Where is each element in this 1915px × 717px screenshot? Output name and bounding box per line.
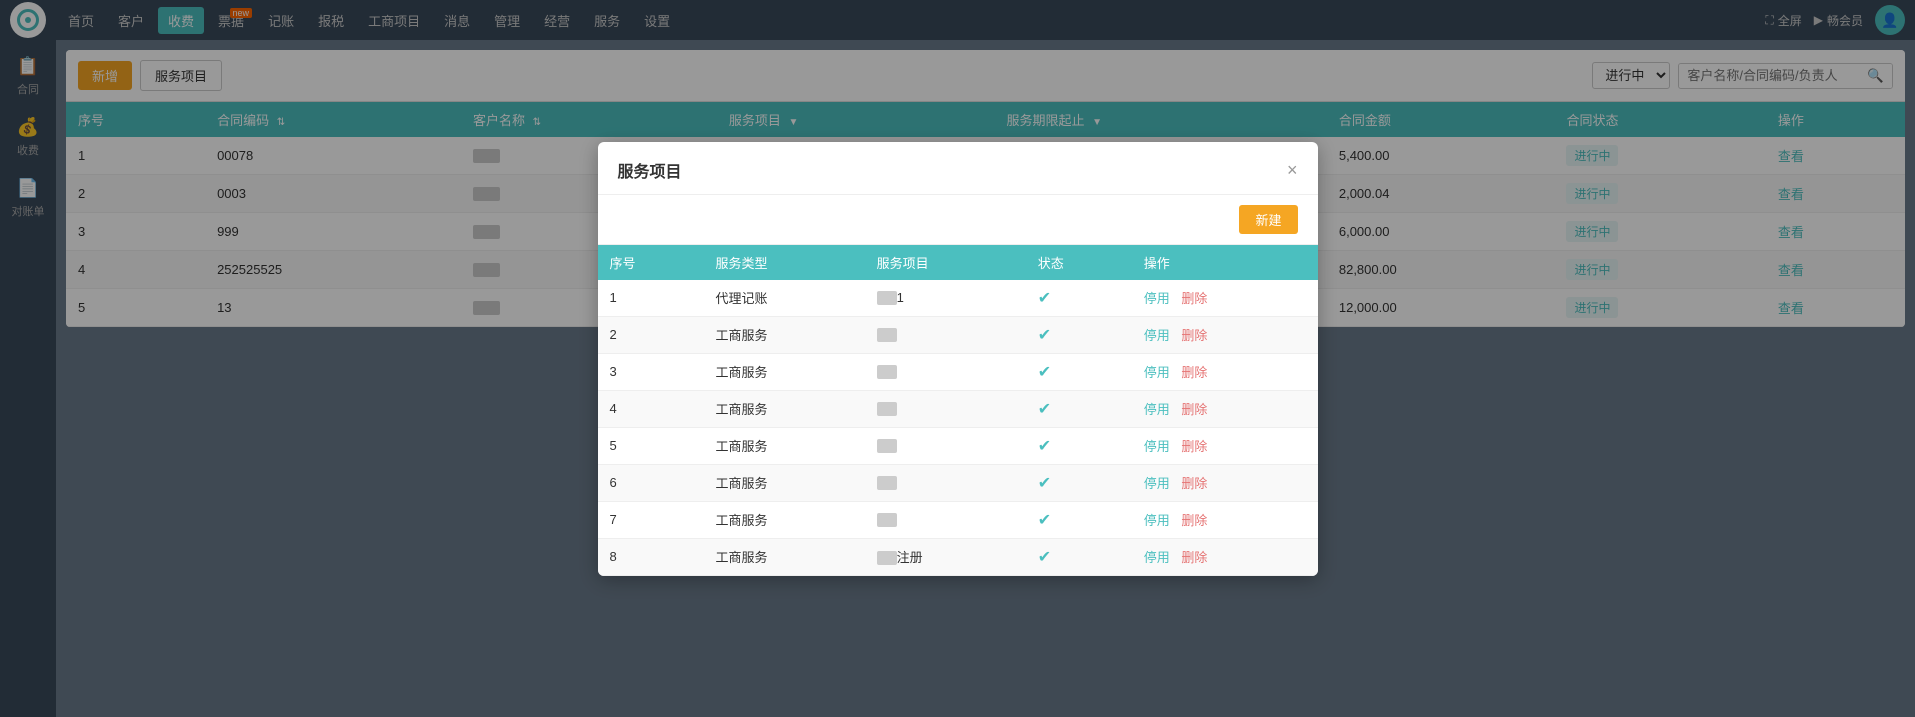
blurred-item [877,476,897,490]
modal-cell-item [865,316,1026,353]
blurred-item [877,291,897,305]
modal-table-head: 序号 服务类型 服务项目 状态 操作 [598,245,1318,280]
blurred-item [877,328,897,342]
status-check-icon: ✔ [1038,364,1051,381]
modal-close-button[interactable]: × [1287,161,1298,179]
modal-cell-status: ✔ [1026,316,1132,353]
modal-col-status: 状态 [1026,245,1132,280]
status-check-icon: ✔ [1038,512,1051,529]
modal-toolbar: 新建 [598,195,1318,245]
modal-table: 序号 服务类型 服务项目 状态 操作 1 代理记账 1 ✔ 停用 删除 2 工商… [598,245,1318,576]
modal-cell-actions: 停用 删除 [1132,464,1318,501]
modal-cell-item [865,501,1026,538]
modal-cell-actions: 停用 删除 [1132,538,1318,575]
modal-col-type: 服务类型 [704,245,865,280]
modal-title: 服务项目 [618,158,682,182]
modal-cell-status: ✔ [1026,464,1132,501]
modal-table-body: 1 代理记账 1 ✔ 停用 删除 2 工商服务 ✔ 停用 删除 3 工商服务 ✔… [598,280,1318,576]
modal-cell-item: 1 [865,280,1026,317]
modal-table-row: 2 工商服务 ✔ 停用 删除 [598,316,1318,353]
modal-col-seq: 序号 [598,245,704,280]
delete-link[interactable]: 删除 [1181,439,1207,454]
modal-cell-seq: 8 [598,538,704,575]
delete-link[interactable]: 删除 [1181,291,1207,306]
modal-col-action: 操作 [1132,245,1318,280]
modal-cell-status: ✔ [1026,538,1132,575]
modal-table-row: 8 工商服务 注册 ✔ 停用 删除 [598,538,1318,575]
disable-link[interactable]: 停用 [1144,550,1170,565]
modal-cell-actions: 停用 删除 [1132,316,1318,353]
modal-cell-type: 工商服务 [704,501,865,538]
disable-link[interactable]: 停用 [1144,402,1170,417]
disable-link[interactable]: 停用 [1144,439,1170,454]
modal-cell-type: 工商服务 [704,390,865,427]
disable-link[interactable]: 停用 [1144,291,1170,306]
modal-cell-actions: 停用 删除 [1132,501,1318,538]
modal-cell-actions: 停用 删除 [1132,427,1318,464]
modal-cell-seq: 5 [598,427,704,464]
blurred-item [877,402,897,416]
status-check-icon: ✔ [1038,290,1051,307]
modal-cell-status: ✔ [1026,280,1132,317]
modal-new-button[interactable]: 新建 [1239,205,1297,234]
modal-cell-item [865,427,1026,464]
modal-table-row: 4 工商服务 ✔ 停用 删除 [598,390,1318,427]
modal-cell-item: 注册 [865,538,1026,575]
modal-table-row: 1 代理记账 1 ✔ 停用 删除 [598,280,1318,317]
modal-cell-seq: 2 [598,316,704,353]
modal-cell-item [865,353,1026,390]
modal-cell-item [865,464,1026,501]
delete-link[interactable]: 删除 [1181,550,1207,565]
modal-cell-type: 工商服务 [704,538,865,575]
status-check-icon: ✔ [1038,475,1051,492]
modal-cell-status: ✔ [1026,390,1132,427]
modal-header: 服务项目 × [598,142,1318,195]
modal-table-row: 6 工商服务 ✔ 停用 删除 [598,464,1318,501]
modal-header-row: 序号 服务类型 服务项目 状态 操作 [598,245,1318,280]
modal-cell-status: ✔ [1026,501,1132,538]
modal-cell-actions: 停用 删除 [1132,353,1318,390]
modal-cell-seq: 6 [598,464,704,501]
delete-link[interactable]: 删除 [1181,476,1207,491]
disable-link[interactable]: 停用 [1144,513,1170,528]
modal-cell-actions: 停用 删除 [1132,280,1318,317]
delete-link[interactable]: 删除 [1181,402,1207,417]
modal-cell-type: 工商服务 [704,316,865,353]
status-check-icon: ✔ [1038,401,1051,418]
disable-link[interactable]: 停用 [1144,328,1170,343]
modal-cell-status: ✔ [1026,353,1132,390]
modal-body: 序号 服务类型 服务项目 状态 操作 1 代理记账 1 ✔ 停用 删除 2 工商… [598,245,1318,576]
disable-link[interactable]: 停用 [1144,476,1170,491]
delete-link[interactable]: 删除 [1181,328,1207,343]
modal-cell-type: 代理记账 [704,280,865,317]
modal-cell-type: 工商服务 [704,427,865,464]
delete-link[interactable]: 删除 [1181,365,1207,380]
blurred-item [877,551,897,565]
blurred-item [877,513,897,527]
modal-table-row: 3 工商服务 ✔ 停用 删除 [598,353,1318,390]
modal-cell-type: 工商服务 [704,464,865,501]
delete-link[interactable]: 删除 [1181,513,1207,528]
modal-cell-seq: 7 [598,501,704,538]
modal-col-item: 服务项目 [865,245,1026,280]
modal-cell-seq: 4 [598,390,704,427]
status-check-icon: ✔ [1038,549,1051,566]
disable-link[interactable]: 停用 [1144,365,1170,380]
modal-overlay[interactable]: 服务项目 × 新建 序号 服务类型 服务项目 状态 操作 [0,0,1915,717]
modal-table-row: 5 工商服务 ✔ 停用 删除 [598,427,1318,464]
modal-table-row: 7 工商服务 ✔ 停用 删除 [598,501,1318,538]
modal-cell-actions: 停用 删除 [1132,390,1318,427]
modal-cell-seq: 1 [598,280,704,317]
status-check-icon: ✔ [1038,327,1051,344]
blurred-item [877,365,897,379]
modal-cell-type: 工商服务 [704,353,865,390]
modal-cell-seq: 3 [598,353,704,390]
status-check-icon: ✔ [1038,438,1051,455]
modal-cell-item [865,390,1026,427]
service-modal: 服务项目 × 新建 序号 服务类型 服务项目 状态 操作 [598,142,1318,576]
blurred-item [877,439,897,453]
modal-cell-status: ✔ [1026,427,1132,464]
